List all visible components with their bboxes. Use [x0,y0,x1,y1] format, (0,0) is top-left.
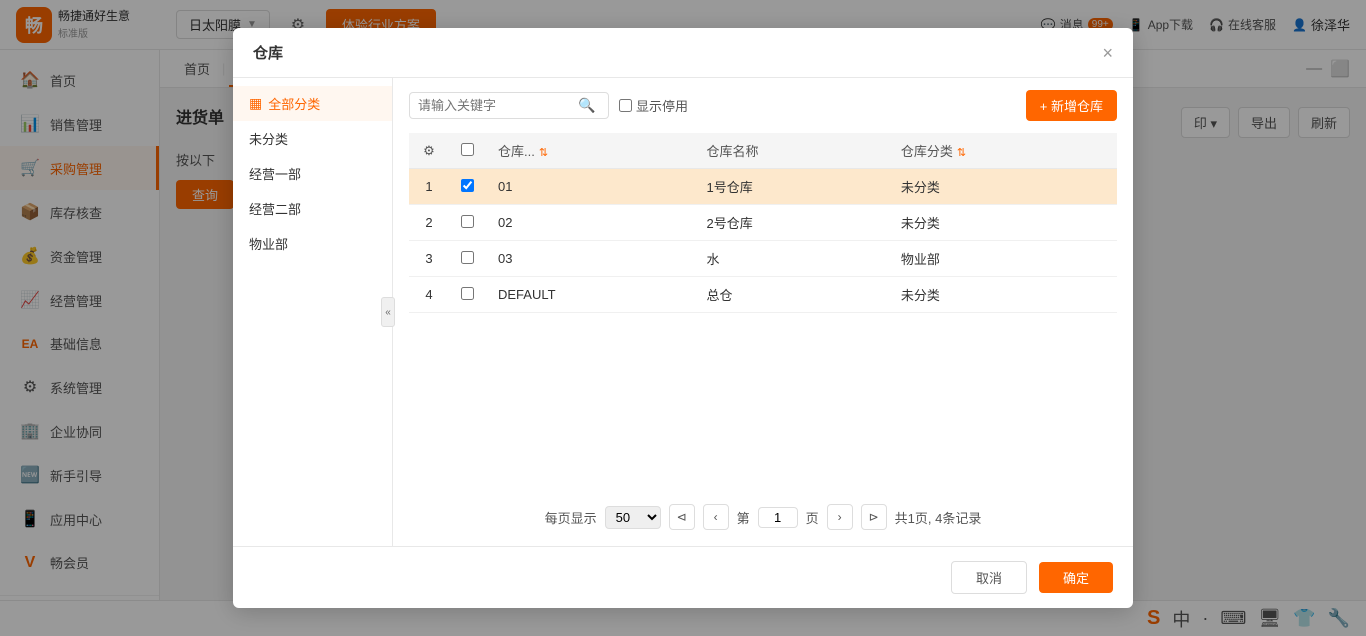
category-dept2[interactable]: 经营二部 [233,191,392,226]
prev-page-button[interactable]: ‹ [703,504,729,530]
show-disabled-label: 显示停用 [636,96,688,115]
col-category: 仓库分类⇅ [889,133,1117,169]
row-name: 1号仓库 [695,169,889,205]
row-name: 水 [695,241,889,277]
category-none-label: 未分类 [249,129,288,148]
col-checkbox [449,133,486,169]
table-row[interactable]: 2 02 2号仓库 未分类 [409,205,1117,241]
page-unit: 页 [806,508,819,527]
search-input-wrap: 🔍 [409,92,609,119]
category-none[interactable]: 未分类 [233,121,392,156]
row-checkbox-cell [449,241,486,277]
page-number-input[interactable] [758,507,798,528]
table-toolbar: 🔍 显示停用 + 新增仓库 [409,90,1117,121]
table-head: ⚙ 仓库...⇅ 仓库名称 仓库分类⇅ [409,133,1117,169]
add-warehouse-button[interactable]: + 新增仓库 [1026,90,1117,121]
row-num: 2 [409,205,449,241]
collapse-button[interactable]: « [381,297,395,327]
cancel-button[interactable]: 取消 [951,561,1027,594]
first-page-button[interactable]: ⊲ [669,504,695,530]
row-checkbox-cell [449,277,486,313]
row-code: 03 [486,241,695,277]
modal-body: ▦ 全部分类 未分类 经营一部 经营二部 物业部 « [233,78,1133,546]
search-icon[interactable]: 🔍 [578,97,595,114]
row-category: 物业部 [889,241,1117,277]
row-checkbox[interactable] [461,287,474,300]
table-row[interactable]: 4 DEFAULT 总仓 未分类 [409,277,1117,313]
row-code: 01 [486,169,695,205]
per-page-select[interactable]: 50 100 200 [605,506,661,529]
category-property-label: 物业部 [249,234,288,253]
modal-footer: 取消 确定 [233,546,1133,608]
confirm-button[interactable]: 确定 [1039,562,1113,593]
category-panel-wrapper: ▦ 全部分类 未分类 经营一部 经营二部 物业部 « [233,78,393,546]
table-panel: 🔍 显示停用 + 新增仓库 ⚙ 仓库...⇅ 仓库名称 [393,78,1133,546]
row-checkbox-cell [449,169,486,205]
pagination: 每页显示 50 100 200 ⊲ ‹ 第 页 › ⊳ 共1页, 4条记录 [409,490,1117,534]
category-all-label: 全部分类 [268,94,320,113]
row-checkbox[interactable] [461,215,474,228]
row-name: 2号仓库 [695,205,889,241]
row-category: 未分类 [889,277,1117,313]
modal-header: 仓库 × [233,28,1133,78]
category-panel: ▦ 全部分类 未分类 经营一部 经营二部 物业部 [233,78,393,269]
row-code: 02 [486,205,695,241]
modal-close-button[interactable]: × [1102,44,1113,62]
select-all-checkbox[interactable] [461,143,474,156]
sort-code-icon: ⇅ [539,147,548,159]
col-code: 仓库...⇅ [486,133,695,169]
category-all-icon: ▦ [249,95,262,112]
category-dept1[interactable]: 经营一部 [233,156,392,191]
row-category: 未分类 [889,169,1117,205]
sort-category-icon: ⇅ [957,147,966,159]
row-category: 未分类 [889,205,1117,241]
per-page-label: 每页显示 [545,508,597,527]
warehouse-modal: 仓库 × ▦ 全部分类 未分类 经营一部 经营二部 物业部 [233,28,1133,608]
category-dept2-label: 经营二部 [249,199,301,218]
col-settings: ⚙ [409,133,449,169]
category-property[interactable]: 物业部 [233,226,392,261]
category-all[interactable]: ▦ 全部分类 [233,86,392,121]
total-info: 共1页, 4条记录 [895,508,982,527]
show-disabled-wrap: 显示停用 [619,96,688,115]
category-dept1-label: 经营一部 [249,164,301,183]
row-num: 3 [409,241,449,277]
last-page-button[interactable]: ⊳ [861,504,887,530]
next-page-button[interactable]: › [827,504,853,530]
row-checkbox[interactable] [461,179,474,192]
modal-title: 仓库 [253,42,283,63]
table-body: 1 01 1号仓库 未分类 2 02 2号仓库 未分类 [409,169,1117,313]
warehouse-table: ⚙ 仓库...⇅ 仓库名称 仓库分类⇅ 1 01 1号仓库 [409,133,1117,313]
table-row[interactable]: 3 03 水 物业部 [409,241,1117,277]
table-row[interactable]: 1 01 1号仓库 未分类 [409,169,1117,205]
row-num: 4 [409,277,449,313]
col-name: 仓库名称 [695,133,889,169]
row-name: 总仓 [695,277,889,313]
row-code: DEFAULT [486,277,695,313]
row-checkbox[interactable] [461,251,474,264]
search-input[interactable] [418,98,578,113]
show-disabled-checkbox[interactable] [619,99,632,112]
page-label: 第 [737,508,750,527]
row-checkbox-cell [449,205,486,241]
row-num: 1 [409,169,449,205]
table-scroll-area: ⚙ 仓库...⇅ 仓库名称 仓库分类⇅ 1 01 1号仓库 [409,133,1117,490]
